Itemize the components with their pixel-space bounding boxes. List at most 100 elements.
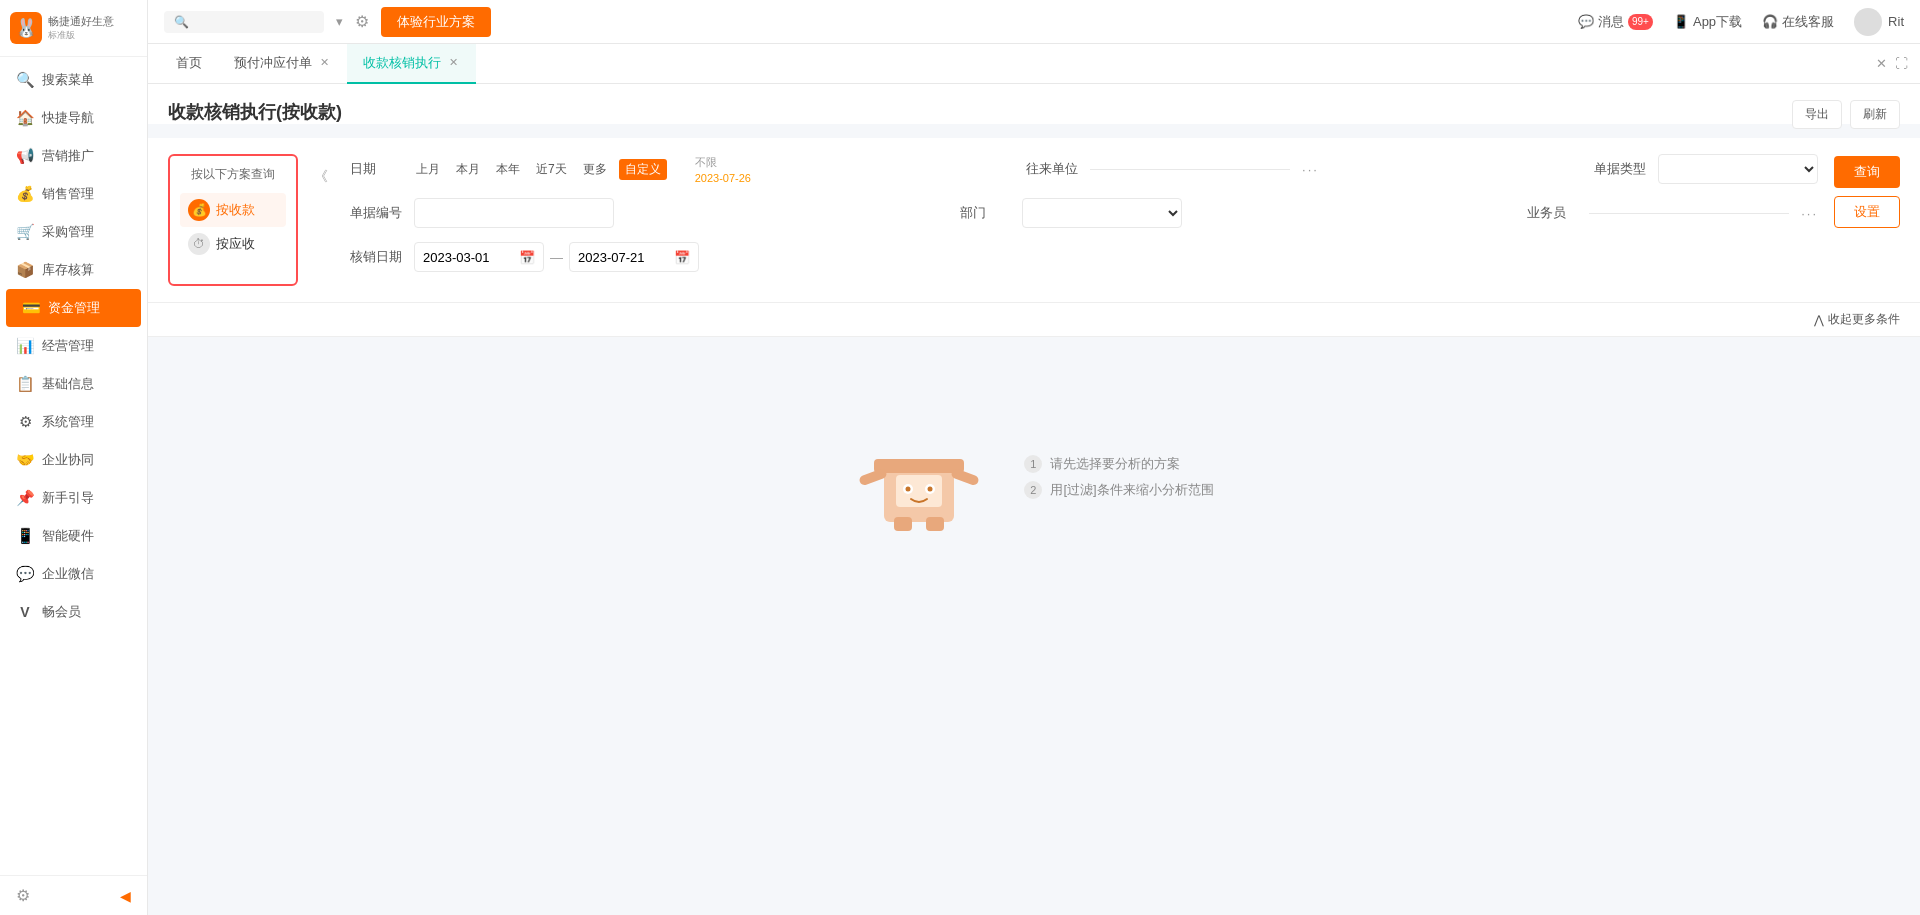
guide-icon: 📌 [16,489,34,507]
sidebar-label-sales: 销售管理 [42,185,94,203]
app-download-button[interactable]: 📱 App下载 [1673,13,1742,31]
sidebar-logo: 🐰 畅捷通好生意 标准版 [0,0,147,57]
filter-collapse-btn[interactable]: 《 [314,154,334,286]
counterpart-dots[interactable]: ··· [1302,162,1319,177]
sidebar-item-operation[interactable]: 📊 经营管理 [0,327,147,365]
svg-rect-10 [926,517,944,531]
date-this-year[interactable]: 本年 [492,159,524,180]
sidebar-item-system[interactable]: ⚙ 系统管理 [0,403,147,441]
sidebar-item-enterprise[interactable]: 🤝 企业协同 [0,441,147,479]
svg-rect-1 [874,459,964,473]
tab-writeoff[interactable]: 收款核销执行 ✕ [347,44,476,84]
sidebar-collapse-icon[interactable]: ◀ [120,888,131,904]
calendar-from-icon[interactable]: 📅 [519,250,535,265]
topbar: 🔍 ▾ ⚙ 体验行业方案 💬 消息 99+ 📱 App下载 🎧 在线客服 Rit [148,0,1920,44]
marketing-icon: 📢 [16,147,34,165]
sidebar-item-purchase[interactable]: 🛒 采购管理 [0,213,147,251]
writeoff-date-range: 📅 — 📅 [414,242,699,272]
sidebar-item-marketing[interactable]: 📢 营销推广 [0,137,147,175]
export-button[interactable]: 导出 [1792,100,1842,129]
user-profile[interactable]: Rit [1854,8,1904,36]
message-icon: 💬 [1578,14,1594,29]
refresh-button[interactable]: 刷新 [1850,100,1900,129]
sidebar-label-guide: 新手引导 [42,489,94,507]
filter-sidebar: 按以下方案查询 💰 按收款 ⏱ 按应收 [168,154,298,286]
svg-rect-8 [951,468,981,487]
page-toolbar: 导出 刷新 [1792,100,1900,129]
dept-select[interactable] [1022,198,1182,228]
tabs-bar: 首页 预付冲应付单 ✕ 收款核销执行 ✕ ✕ ⛶ [148,44,1920,84]
date-7days[interactable]: 近7天 [532,159,571,180]
topbar-gear-icon[interactable]: ⚙ [355,12,369,31]
sidebar-item-vip[interactable]: V 畅会员 [0,593,147,631]
voucher-no-input[interactable] [414,198,614,228]
topbar-dropdown-icon[interactable]: ▾ [336,14,343,29]
date-this-month[interactable]: 本月 [452,159,484,180]
page-header-area: 收款核销执行(按收款) 导出 刷新 [148,84,1920,124]
filter-option-by-receivable[interactable]: ⏱ 按应收 [180,227,286,261]
writeoff-date-from-input[interactable] [423,250,513,265]
voucher-type-select[interactable] [1658,154,1818,184]
sidebar-item-sales[interactable]: 💰 销售管理 [0,175,147,213]
inventory-icon: 📦 [16,261,34,279]
sidebar-item-hardware[interactable]: 📱 智能硬件 [0,517,147,555]
tab-home[interactable]: 首页 [160,44,218,84]
voucher-no-label: 单据编号 [350,204,402,222]
user-name: Rit [1888,14,1904,29]
page-title: 收款核销执行(按收款) [168,100,1900,124]
tab-expand-icon[interactable]: ⛶ [1895,56,1908,71]
sidebar-item-wechat[interactable]: 💬 企业微信 [0,555,147,593]
tab-prepay[interactable]: 预付冲应付单 ✕ [218,44,347,84]
industry-solution-button[interactable]: 体验行业方案 [381,7,491,37]
app-download-icon: 📱 [1673,14,1689,29]
tab-close-all-icon[interactable]: ✕ [1876,56,1887,71]
filter-row-3: 核销日期 📅 — 📅 [350,242,1818,272]
voucher-type-label: 单据类型 [1594,160,1646,178]
date-custom[interactable]: 自定义 [619,159,667,180]
sidebar-label-search-menu: 搜索菜单 [42,71,94,89]
tab-prepay-close[interactable]: ✕ [318,54,331,71]
topbar-right: 💬 消息 99+ 📱 App下载 🎧 在线客服 Rit [1578,8,1904,36]
empty-illustration [854,417,984,537]
date-more[interactable]: 更多 [579,159,611,180]
sidebar-settings-icon[interactable]: ⚙ [16,886,30,905]
sidebar-item-search-menu[interactable]: 🔍 搜索菜单 [0,61,147,99]
sidebar-item-finance[interactable]: 💳 资金管理 [6,289,141,327]
salesperson-dots[interactable]: ··· [1801,206,1818,221]
tab-writeoff-close[interactable]: ✕ [447,54,460,71]
service-icon: 🎧 [1762,14,1778,29]
date-last-month[interactable]: 上月 [412,159,444,180]
sidebar-item-basic[interactable]: 📋 基础信息 [0,365,147,403]
dept-label: 部门 [960,204,1010,222]
filter-settings-button[interactable]: 设置 [1834,196,1900,228]
enterprise-icon: 🤝 [16,451,34,469]
empty-state: 1 请先选择要分析的方案 2 用[过滤]条件来缩小分析范围 [854,417,1213,537]
filter-main: 日期 上月 本月 本年 近7天 更多 自定义 不限 2023-07-26 [350,154,1818,286]
salesperson-label: 业务员 [1527,204,1577,222]
sidebar-item-inventory[interactable]: 📦 库存核算 [0,251,147,289]
sidebar-footer: ⚙ ◀ [0,875,147,915]
online-service-button[interactable]: 🎧 在线客服 [1762,13,1834,31]
topbar-search[interactable]: 🔍 [164,11,324,33]
writeoff-date-to-input[interactable] [578,250,668,265]
sidebar-item-guide[interactable]: 📌 新手引导 [0,479,147,517]
sidebar-label-operation: 经营管理 [42,337,94,355]
topbar-search-icon: 🔍 [174,15,189,29]
messages-badge: 99+ [1628,14,1653,30]
messages-button[interactable]: 💬 消息 99+ [1578,13,1653,31]
query-button[interactable]: 查询 [1834,156,1900,188]
collapse-more-button[interactable]: ⋀ 收起更多条件 [148,303,1920,336]
writeoff-date-from-wrap: 📅 [414,242,544,272]
filter-option-by-receipt[interactable]: 💰 按收款 [180,193,286,227]
collapse-more-label: 收起更多条件 [1828,311,1900,328]
app-download-label: App下载 [1693,13,1742,31]
date-no-limit-label: 不限 [695,155,751,170]
calendar-to-icon[interactable]: 📅 [674,250,690,265]
sidebar-label-finance: 资金管理 [48,299,100,317]
filter-actions: 查询 设置 [1834,154,1900,286]
search-menu-icon: 🔍 [16,71,34,89]
sidebar-item-quick-nav[interactable]: 🏠 快捷导航 [0,99,147,137]
receipt-option-label: 按收款 [216,201,255,219]
vip-icon: V [16,604,34,620]
filter-row-2: 单据编号 部门 业务员 ··· [350,198,1818,228]
